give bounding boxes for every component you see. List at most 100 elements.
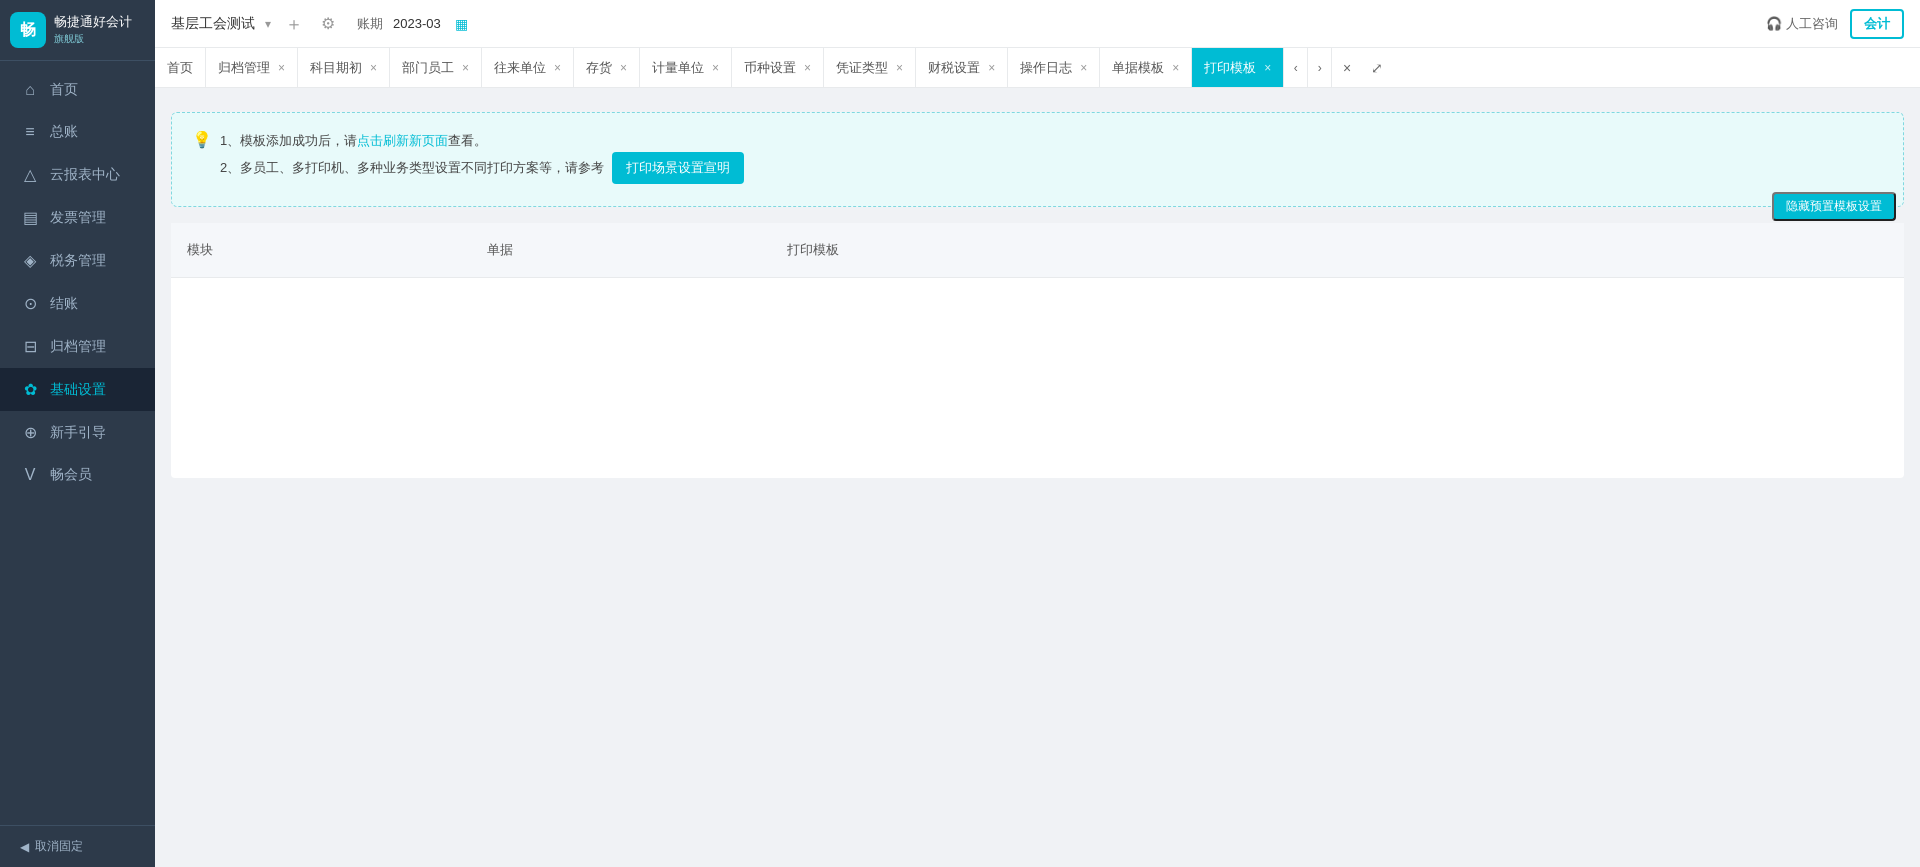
sidebar-nav: ⌂ 首页 ≡ 总账 △ 云报表中心 ▤ 发票管理 ◈ 税务管理 ⊙ 结账 ⊟ 归… xyxy=(0,61,155,825)
sidebar-item-member[interactable]: V 畅会员 xyxy=(0,454,155,496)
bulb-icon: 💡 xyxy=(192,130,212,149)
tab-subject-close[interactable]: × xyxy=(370,61,377,75)
kuaiji-button[interactable]: 会计 xyxy=(1850,9,1904,39)
settings-icon[interactable]: ⚙ xyxy=(317,10,339,37)
sidebar-item-tax[interactable]: ◈ 税务管理 xyxy=(0,239,155,282)
sidebar-item-guide-label: 新手引导 xyxy=(50,424,106,442)
period-value: 2023-03 xyxy=(393,16,441,31)
tab-print-template-close[interactable]: × xyxy=(1264,61,1271,75)
notice-line2-pre: 2、多员工、多打印机、多种业务类型设置不同打印方案等，请参考 xyxy=(220,156,604,179)
tab-partner[interactable]: 往来单位 × xyxy=(482,48,574,87)
logo-icon: 畅 xyxy=(10,12,46,48)
sidebar-item-archive[interactable]: ⊟ 归档管理 xyxy=(0,325,155,368)
tab-print-template[interactable]: 打印模板 × xyxy=(1192,48,1284,87)
sidebar-item-invoice[interactable]: ▤ 发票管理 xyxy=(0,196,155,239)
ai-service-button[interactable]: 🎧 人工咨询 xyxy=(1766,15,1838,33)
tab-voucher-type[interactable]: 凭证类型 × xyxy=(824,48,916,87)
ledger-icon: ≡ xyxy=(20,123,40,141)
notice-text-block: 1、模板添加成功后，请点击刷新新页面查看。 2、多员工、多打印机、多种业务类型设… xyxy=(220,129,744,184)
tab-unit-label: 计量单位 xyxy=(652,59,704,77)
period-label: 账期 xyxy=(357,15,383,33)
th-module: 模块 xyxy=(171,233,471,267)
hide-settings-button[interactable]: 隐藏预置模板设置 xyxy=(1772,192,1896,221)
home-icon: ⌂ xyxy=(20,81,40,99)
tab-subject[interactable]: 科目期初 × xyxy=(298,48,390,87)
sidebar-item-home[interactable]: ⌂ 首页 xyxy=(0,69,155,111)
ai-service-label: 人工咨询 xyxy=(1786,15,1838,33)
sidebar-item-close[interactable]: ⊙ 结账 xyxy=(0,282,155,325)
tab-stock-close[interactable]: × xyxy=(620,61,627,75)
table-body xyxy=(171,278,1904,478)
tab-home[interactable]: 首页 xyxy=(155,48,206,87)
sidebar-item-cloud-report[interactable]: △ 云报表中心 xyxy=(0,153,155,196)
notice-refresh-link[interactable]: 点击刷新新页面 xyxy=(357,133,448,148)
tab-voucher-type-close[interactable]: × xyxy=(896,61,903,75)
tab-tax-settings-label: 财税设置 xyxy=(928,59,980,77)
tab-dept-close[interactable]: × xyxy=(462,61,469,75)
tab-voucher-template-close[interactable]: × xyxy=(1172,61,1179,75)
notice-box: 💡 1、模板添加成功后，请点击刷新新页面查看。 2、多员工、多打印机、多种业务类… xyxy=(171,112,1904,207)
unpin-label: 取消固定 xyxy=(35,838,83,855)
calendar-icon[interactable]: ▦ xyxy=(455,16,468,32)
company-name: 基层工会测试 xyxy=(171,15,255,33)
unpin-icon: ◀ xyxy=(20,840,29,854)
print-template-table: 模块 单据 打印模板 xyxy=(171,223,1904,478)
notice-row-1: 💡 1、模板添加成功后，请点击刷新新页面查看。 2、多员工、多打印机、多种业务类… xyxy=(192,129,1883,184)
tab-archive[interactable]: 归档管理 × xyxy=(206,48,298,87)
sidebar-item-basic[interactable]: ✿ 基础设置 xyxy=(0,368,155,411)
main-content: 隐藏预置模板设置 💡 1、模板添加成功后，请点击刷新新页面查看。 2、多员工、多… xyxy=(155,88,1920,867)
tab-expand-button[interactable]: ⤢ xyxy=(1362,48,1392,87)
tab-unit-close[interactable]: × xyxy=(712,61,719,75)
tab-prev-button[interactable]: ‹ xyxy=(1284,48,1308,87)
tab-dept[interactable]: 部门员工 × xyxy=(390,48,482,87)
tab-close-all-button[interactable]: × xyxy=(1332,48,1362,87)
th-template: 打印模板 xyxy=(771,233,1904,267)
tab-dept-label: 部门员工 xyxy=(402,59,454,77)
tabs-bar: 首页 归档管理 × 科目期初 × 部门员工 × 往来单位 × 存货 × 计量单位… xyxy=(155,48,1920,88)
sidebar-item-ledger[interactable]: ≡ 总账 xyxy=(0,111,155,153)
tab-operation-log[interactable]: 操作日志 × xyxy=(1008,48,1100,87)
notice-line1-pre: 1、模板添加成功后，请 xyxy=(220,133,357,148)
print-scene-button[interactable]: 打印场景设置宣明 xyxy=(612,152,744,183)
tab-tax-settings[interactable]: 财税设置 × xyxy=(916,48,1008,87)
sidebar-item-basic-label: 基础设置 xyxy=(50,381,106,399)
tab-voucher-template-label: 单据模板 xyxy=(1112,59,1164,77)
add-tab-button[interactable]: ＋ xyxy=(281,8,307,40)
tab-partner-label: 往来单位 xyxy=(494,59,546,77)
tab-operation-log-label: 操作日志 xyxy=(1020,59,1072,77)
table-header: 模块 单据 打印模板 xyxy=(171,223,1904,278)
tab-currency-close[interactable]: × xyxy=(804,61,811,75)
sidebar-item-archive-label: 归档管理 xyxy=(50,338,106,356)
tab-voucher-type-label: 凭证类型 xyxy=(836,59,888,77)
tab-currency[interactable]: 币种设置 × xyxy=(732,48,824,87)
archive-icon: ⊟ xyxy=(20,337,40,356)
tab-partner-close[interactable]: × xyxy=(554,61,561,75)
tab-print-template-label: 打印模板 xyxy=(1204,59,1256,77)
tab-archive-label: 归档管理 xyxy=(218,59,270,77)
sidebar-item-home-label: 首页 xyxy=(50,81,78,99)
tab-next-button[interactable]: › xyxy=(1308,48,1332,87)
tab-tax-settings-close[interactable]: × xyxy=(988,61,995,75)
member-icon: V xyxy=(20,466,40,484)
sidebar: 畅 畅捷通好会计 旗舰版 ⌂ 首页 ≡ 总账 △ 云报表中心 ▤ 发票管理 ◈ … xyxy=(0,0,155,867)
tab-stock[interactable]: 存货 × xyxy=(574,48,640,87)
sidebar-item-guide[interactable]: ⊕ 新手引导 xyxy=(0,411,155,454)
tab-unit[interactable]: 计量单位 × xyxy=(640,48,732,87)
unpin-button[interactable]: ◀ 取消固定 xyxy=(0,825,155,867)
sidebar-item-invoice-label: 发票管理 xyxy=(50,209,106,227)
tab-archive-close[interactable]: × xyxy=(278,61,285,75)
notice-line1-post: 查看。 xyxy=(448,133,487,148)
app-sub: 旗舰版 xyxy=(54,32,132,46)
company-dropdown-icon[interactable]: ▾ xyxy=(265,17,271,31)
logo-text-block: 畅捷通好会计 旗舰版 xyxy=(54,14,132,47)
sidebar-logo: 畅 畅捷通好会计 旗舰版 xyxy=(0,0,155,61)
guide-icon: ⊕ xyxy=(20,423,40,442)
tax-icon: ◈ xyxy=(20,251,40,270)
tab-home-label: 首页 xyxy=(167,59,193,77)
basic-icon: ✿ xyxy=(20,380,40,399)
tab-operation-log-close[interactable]: × xyxy=(1080,61,1087,75)
app-name: 畅捷通好会计 xyxy=(54,14,132,31)
sidebar-item-tax-label: 税务管理 xyxy=(50,252,106,270)
tab-voucher-template[interactable]: 单据模板 × xyxy=(1100,48,1192,87)
header: 基层工会测试 ▾ ＋ ⚙ 账期 2023-03 ▦ 🎧 人工咨询 会计 xyxy=(155,0,1920,48)
